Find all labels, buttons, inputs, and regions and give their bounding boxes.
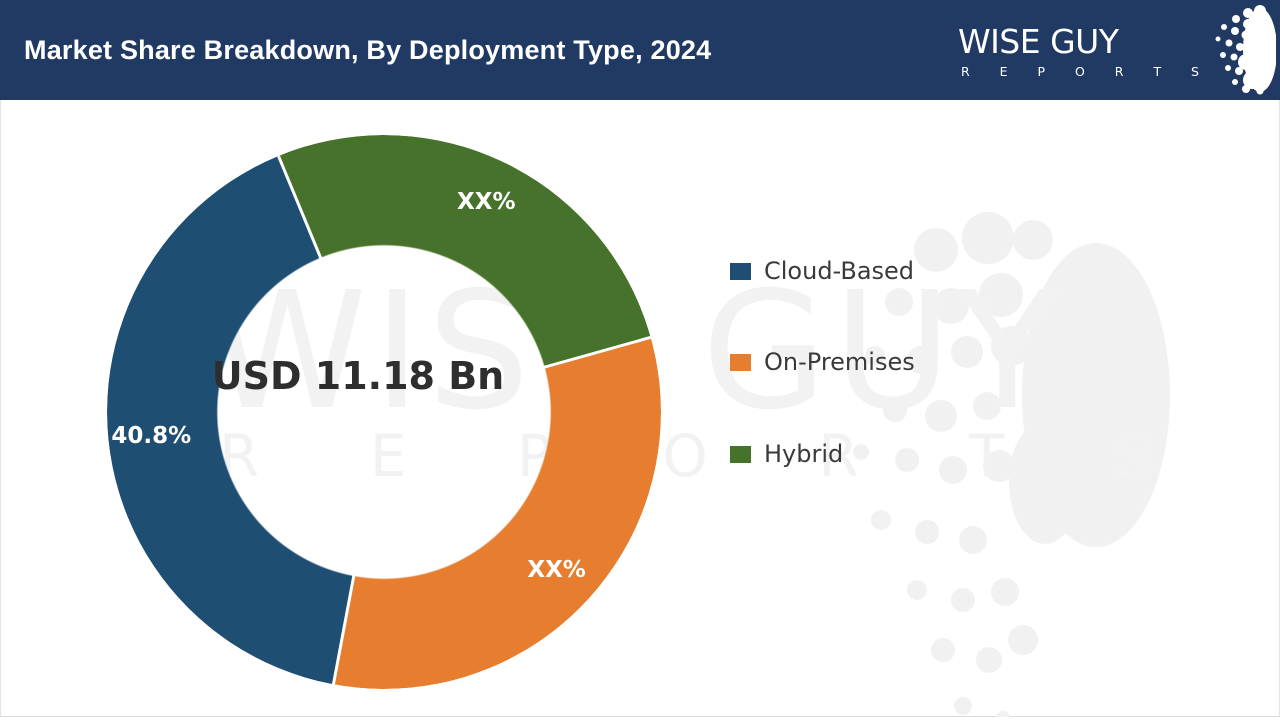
donut-chart: XX% XX% 40.8% bbox=[107, 135, 661, 689]
chart-area: WISE GUY R E P O R T S XX% XX% 40.8% USD… bbox=[0, 100, 1280, 717]
header-bar: Market Share Breakdown, By Deployment Ty… bbox=[0, 0, 1280, 100]
brand-head-icon bbox=[1215, 5, 1276, 95]
legend-label: Hybrid bbox=[764, 440, 844, 468]
legend-swatch-on-premises bbox=[730, 353, 751, 371]
legend-item-cloud-based: Cloud-Based bbox=[730, 257, 914, 285]
legend-label: Cloud-Based bbox=[764, 257, 915, 285]
legend-swatch-cloud-based bbox=[730, 262, 751, 280]
slice-separator bbox=[331, 411, 386, 685]
brand-wordmark: WISE GUY bbox=[957, 22, 1119, 61]
legend-item-on-premises: On-Premises bbox=[730, 348, 915, 376]
page-title: Market Share Breakdown, By Deployment Ty… bbox=[24, 34, 712, 65]
donut-ring bbox=[107, 135, 661, 689]
brand-subtext: R E P O R T S bbox=[960, 64, 1212, 79]
legend-swatch-hybrid bbox=[730, 445, 751, 463]
page: Market Share Breakdown, By Deployment Ty… bbox=[0, 0, 1280, 720]
donut-center-value: USD 11.18 Bn bbox=[211, 354, 505, 398]
brand-logo: WISE GUY R E P O R T S bbox=[958, 22, 1212, 79]
legend-label: On-Premises bbox=[764, 348, 915, 376]
legend-item-hybrid: Hybrid bbox=[730, 440, 843, 468]
